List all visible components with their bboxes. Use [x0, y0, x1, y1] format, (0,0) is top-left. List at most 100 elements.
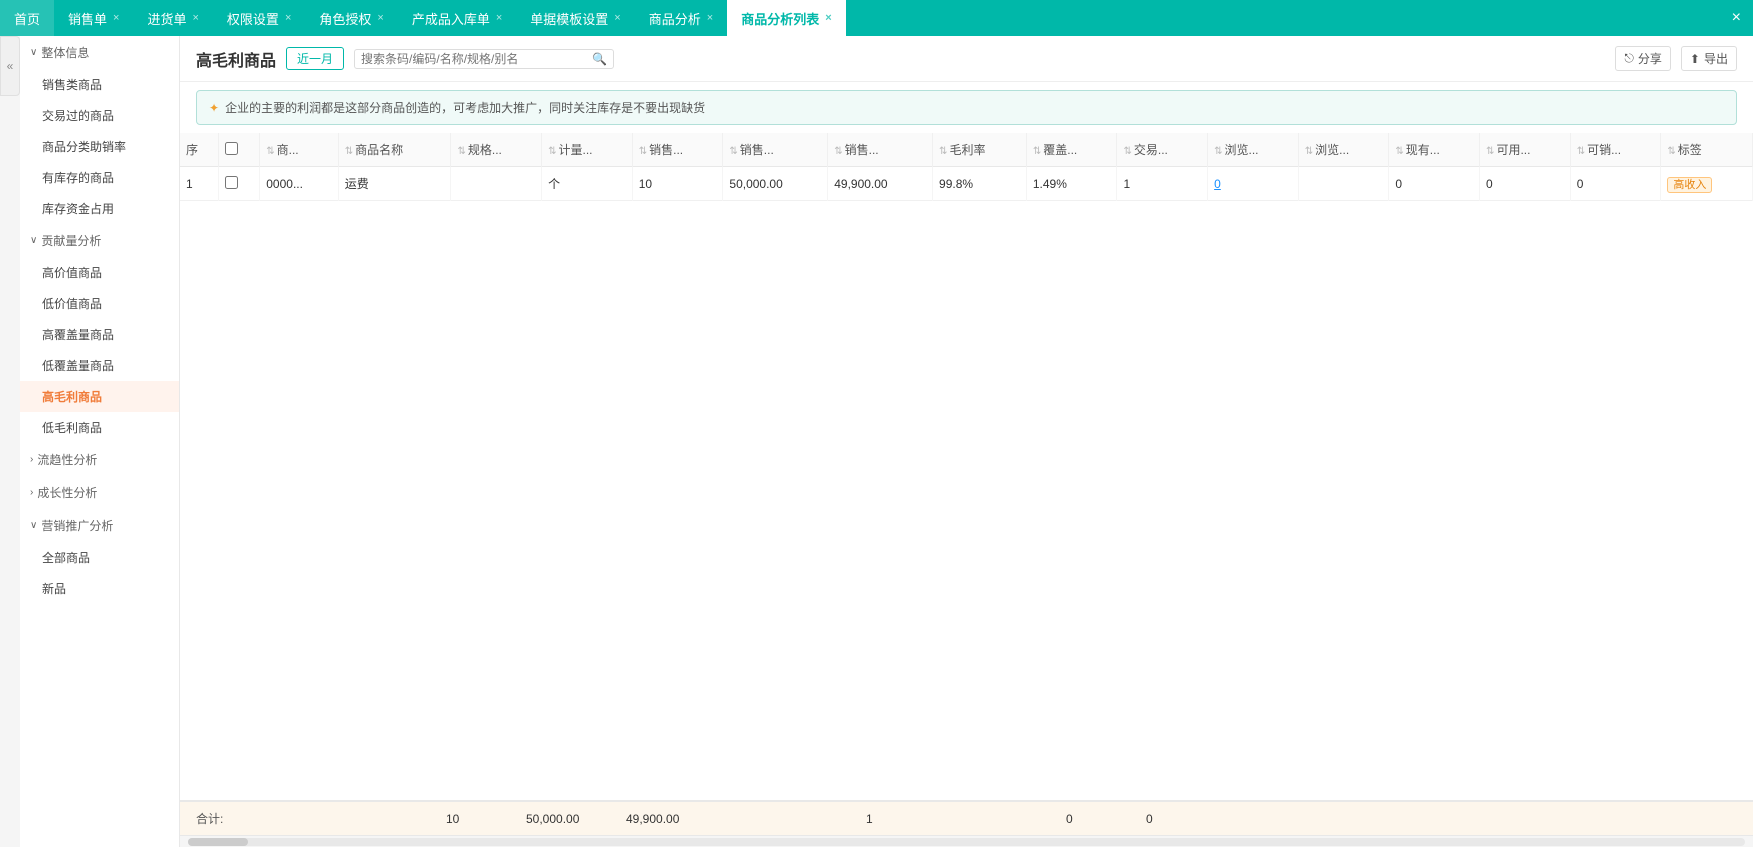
nav-item-销售单[interactable]: 销售单× [54, 0, 133, 36]
table-container: 序⇅商...⇅商品名称⇅规格...⇅计量...⇅销售...⇅销售...⇅销售..… [180, 133, 1753, 800]
nav-close-icon[interactable]: × [707, 12, 713, 24]
col-label: 覆盖... [1043, 143, 1077, 157]
select-all-checkbox[interactable] [225, 142, 238, 155]
footer-transaction: 1 [860, 812, 940, 826]
sidebar-item-交易过的商品[interactable]: 交易过的商品 [20, 100, 179, 131]
sidebar-item-库存资金占用[interactable]: 库存资金占用 [20, 193, 179, 224]
search-box: 🔍 [354, 49, 614, 69]
data-table: 序⇅商...⇅商品名称⇅规格...⇅计量...⇅销售...⇅销售...⇅销售..… [180, 133, 1753, 201]
table-row: 10000...运费个1050,000.0049,900.0099.8%1.49… [180, 167, 1753, 201]
cell-code: 0000... [260, 167, 338, 201]
sidebar-item-低覆盖量商品[interactable]: 低覆盖量商品 [20, 350, 179, 381]
action-buttons: ⎋ 分享 ⬆ 导出 [1615, 46, 1737, 71]
col-header-salesAmt[interactable]: ⇅销售... [723, 133, 828, 167]
col-label: 销售... [740, 143, 774, 157]
sort-icon: ⇅ [834, 146, 842, 157]
col-header-current[interactable]: ⇅现有... [1389, 133, 1480, 167]
nav-close-icon[interactable]: × [113, 12, 119, 24]
col-header-transaction[interactable]: ⇅交易... [1117, 133, 1208, 167]
col-label: 浏览... [1225, 143, 1259, 157]
sidebar-group-营销推广分析[interactable]: ∨ 营销推广分析 [20, 509, 179, 542]
col-header-spec[interactable]: ⇅规格... [451, 133, 542, 167]
col-header-view2[interactable]: ⇅浏览... [1298, 133, 1389, 167]
cell-saleable: 0 [1570, 167, 1661, 201]
nav-item-产成品入库单[interactable]: 产成品入库单× [398, 0, 516, 36]
col-label: 可销... [1587, 143, 1621, 157]
sidebar-group-贡献量分析[interactable]: ∨贡献量分析 [20, 224, 179, 257]
share-icon: ⎋ [1624, 51, 1634, 66]
cell-salesAmt2: 49,900.00 [828, 167, 933, 201]
nav-item-进货单[interactable]: 进货单× [133, 0, 212, 36]
col-header-grossMargin[interactable]: ⇅毛利率 [933, 133, 1027, 167]
cell-view1[interactable]: 0 [1208, 167, 1299, 201]
sidebar-item-销售类商品[interactable]: 销售类商品 [20, 69, 179, 100]
sort-icon: ⇅ [1395, 146, 1403, 157]
close-all-tabs-button[interactable]: × [1720, 9, 1753, 27]
sort-icon: ⇅ [1486, 146, 1494, 157]
sidebar-item-全部商品[interactable]: 全部商品 [20, 542, 179, 573]
cell-salesAmt: 50,000.00 [723, 167, 828, 201]
footer-current: 0 [1060, 812, 1140, 826]
col-label: 浏览... [1315, 143, 1349, 157]
col-header-salesAmt2[interactable]: ⇅销售... [828, 133, 933, 167]
nav-close-icon[interactable]: × [377, 12, 383, 24]
horizontal-scrollbar[interactable] [180, 835, 1753, 847]
nav-item-权限设置[interactable]: 权限设置× [213, 0, 305, 36]
sort-icon: ⇅ [1123, 146, 1131, 157]
sidebar-group-流趋性分析[interactable]: ›流趋性分析 [20, 443, 179, 476]
col-header-coverage[interactable]: ⇅覆盖... [1026, 133, 1117, 167]
sort-icon: ⇅ [1214, 146, 1222, 157]
sidebar-item-有库存的商品[interactable]: 有库存的商品 [20, 162, 179, 193]
search-input[interactable] [361, 52, 592, 66]
col-header-available[interactable]: ⇅可用... [1480, 133, 1571, 167]
cell-coverage: 1.49% [1026, 167, 1117, 201]
sidebar-item-高价值商品[interactable]: 高价值商品 [20, 257, 179, 288]
collapse-icon: ∨ [30, 47, 37, 58]
row-checkbox[interactable] [225, 176, 238, 189]
nav-item-商品分析[interactable]: 商品分析× [635, 0, 727, 36]
sidebar-group-label: 成长性分析 [37, 484, 97, 501]
col-header-unit[interactable]: ⇅计量... [542, 133, 633, 167]
sidebar: ∨整体信息销售类商品交易过的商品商品分类助销率有库存的商品库存资金占用∨贡献量分… [20, 36, 180, 847]
sidebar-item-商品分类助销率[interactable]: 商品分类助销率 [20, 131, 179, 162]
search-icon[interactable]: 🔍 [592, 52, 607, 66]
nav-close-icon[interactable]: × [496, 12, 502, 24]
sidebar-item-低毛利商品[interactable]: 低毛利商品 [20, 412, 179, 443]
col-header-view1[interactable]: ⇅浏览... [1208, 133, 1299, 167]
sidebar-toggle[interactable]: « [0, 36, 20, 96]
nav-close-icon[interactable]: × [192, 12, 198, 24]
sidebar-group-label: 营销推广分析 [41, 517, 113, 534]
share-button[interactable]: ⎋ 分享 [1615, 46, 1671, 71]
date-filter-button[interactable]: 近一月 [286, 47, 344, 70]
footer-available: 0 [1140, 812, 1220, 826]
nav-item-商品分析列表[interactable]: 商品分析列表× [727, 0, 845, 36]
sort-icon: ⇅ [939, 146, 947, 157]
col-header-salesQty[interactable]: ⇅销售... [632, 133, 723, 167]
sidebar-group-整体信息[interactable]: ∨整体信息 [20, 36, 179, 69]
cell-available: 0 [1480, 167, 1571, 201]
col-label: 计量... [559, 143, 593, 157]
sidebar-item-新品[interactable]: 新品 [20, 573, 179, 604]
col-header-code[interactable]: ⇅商... [260, 133, 338, 167]
col-header-name[interactable]: ⇅商品名称 [338, 133, 451, 167]
nav-item-单据模板设置[interactable]: 单据模板设置× [516, 0, 634, 36]
nav-close-icon[interactable]: × [825, 12, 831, 24]
nav-close-icon[interactable]: × [285, 12, 291, 24]
nav-item-首页[interactable]: 首页 [0, 0, 54, 36]
nav-item-角色授权[interactable]: 角色授权× [305, 0, 397, 36]
sidebar-item-高毛利商品[interactable]: 高毛利商品 [20, 381, 179, 412]
col-header-tag[interactable]: ⇅标签 [1661, 133, 1753, 167]
sidebar-group-成长性分析[interactable]: ›成长性分析 [20, 476, 179, 509]
sidebar-item-高覆盖量商品[interactable]: 高覆盖量商品 [20, 319, 179, 350]
sidebar-item-低价值商品[interactable]: 低价值商品 [20, 288, 179, 319]
cell-checkbox[interactable] [219, 167, 260, 201]
col-label: 标签 [1678, 143, 1702, 157]
collapse-icon: ∨ [30, 520, 37, 531]
cell-link[interactable]: 0 [1214, 177, 1221, 191]
info-icon: ✦ [209, 101, 219, 115]
export-button[interactable]: ⬆ 导出 [1681, 46, 1737, 71]
col-header-saleable[interactable]: ⇅可销... [1570, 133, 1661, 167]
nav-close-icon[interactable]: × [614, 12, 620, 24]
footer-total: 合计: 10 50,000.00 49,900.00 1 0 0 [180, 800, 1753, 835]
export-icon: ⬆ [1690, 52, 1700, 66]
